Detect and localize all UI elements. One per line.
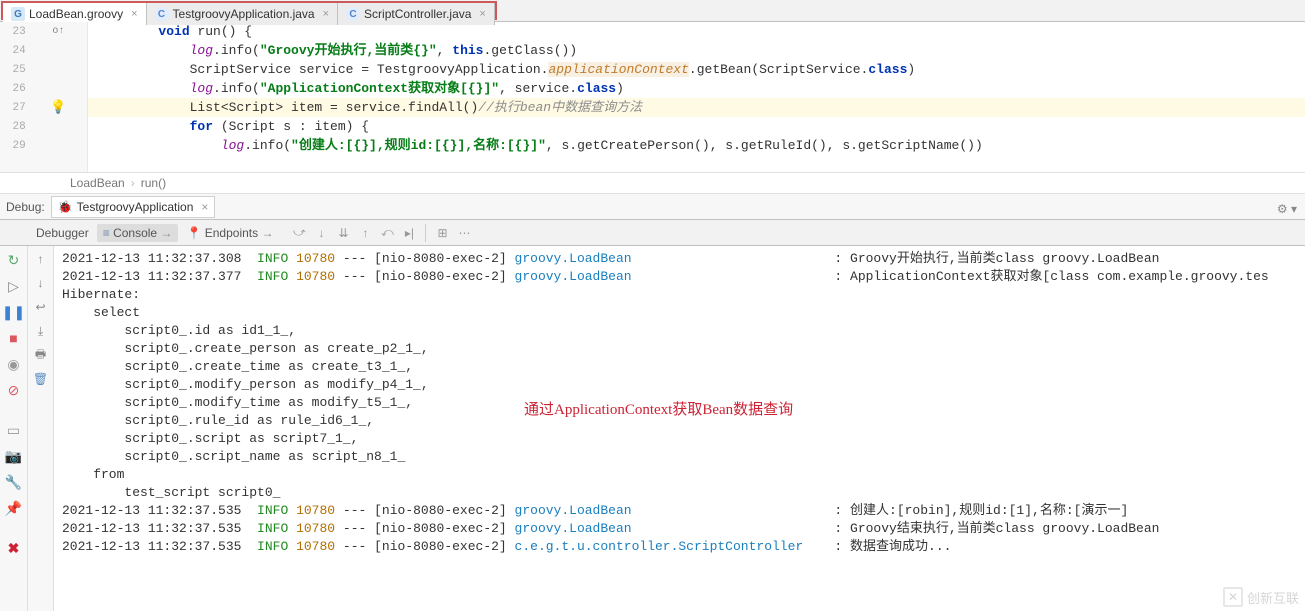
scroll-to-end-icon[interactable]: ⤓	[32, 322, 50, 340]
bug-icon: 🐞	[58, 200, 73, 214]
breadcrumb-item[interactable]: run()	[141, 176, 166, 190]
camera-icon[interactable]: 📷	[4, 446, 24, 466]
mute-breakpoints-icon[interactable]: ⊘	[4, 380, 24, 400]
line-number: 26	[0, 83, 30, 95]
tab-label: TestgroovyApplication.java	[173, 7, 315, 21]
stop-icon[interactable]: ■	[4, 328, 24, 348]
drop-frame-icon[interactable]: ⤺	[377, 225, 397, 240]
close-icon[interactable]: ✖	[4, 538, 24, 558]
console-icon: ≡	[103, 226, 110, 240]
resume-icon[interactable]: ▷	[4, 276, 24, 296]
run-to-cursor-icon[interactable]: ▸|	[399, 226, 419, 240]
layout-icon[interactable]: ▭	[4, 420, 24, 440]
debug-left-toolbar: ↻ ▷ ❚❚ ■ ◉ ⊘ ▭ 📷 🔧 📌 ✖	[0, 246, 28, 611]
line-number: 24	[0, 45, 30, 57]
console-tab[interactable]: ≡ Console →	[97, 224, 179, 242]
bulb-icon[interactable]: 💡	[50, 100, 66, 115]
down-icon[interactable]: ↓	[32, 274, 50, 292]
close-icon[interactable]: ×	[201, 200, 208, 214]
line-number: 27	[0, 102, 30, 114]
breadcrumb-item[interactable]: LoadBean	[70, 176, 125, 190]
close-icon[interactable]: ×	[479, 8, 485, 20]
editor-gutter: 23 o↑ 24 25 26 27 💡 28 29	[0, 22, 88, 172]
tabs-highlight-box: G LoadBean.groovy × C TestgroovyApplicat…	[1, 1, 497, 20]
console-panel: ↻ ▷ ❚❚ ■ ◉ ⊘ ▭ 📷 🔧 📌 ✖ ↑ ↓ ↩ ⤓ 🖶 🗑 2021-…	[0, 246, 1305, 611]
line-number: 25	[0, 64, 30, 76]
close-icon[interactable]: ×	[131, 8, 137, 20]
run-config-tab[interactable]: 🐞 TestgroovyApplication ×	[51, 196, 216, 218]
run-config-name: TestgroovyApplication	[77, 200, 194, 214]
clear-icon[interactable]: 🗑	[32, 370, 50, 388]
close-icon[interactable]: ×	[323, 8, 329, 20]
console-tab-label: Console	[113, 226, 157, 240]
override-icon[interactable]: o↑	[52, 26, 64, 37]
pause-icon[interactable]: ❚❚	[4, 302, 24, 322]
settings-icon[interactable]: 🔧	[4, 472, 24, 492]
step-over-icon[interactable]: ⤻	[289, 225, 309, 240]
arrow-icon: →	[160, 226, 172, 240]
debug-label: Debug:	[6, 200, 45, 214]
arrow-icon: →	[261, 226, 273, 240]
editor-tabs: G LoadBean.groovy × C TestgroovyApplicat…	[0, 0, 1305, 22]
tab-label: ScriptController.java	[364, 7, 471, 21]
breadcrumb: LoadBean › run()	[0, 172, 1305, 194]
code-editor[interactable]: 23 o↑ 24 25 26 27 💡 28 29 void run() { log…	[0, 22, 1305, 172]
console-left-toolbar: ↑ ↓ ↩ ⤓ 🖶 🗑	[28, 246, 54, 611]
debug-toolwindow-header: Debug: 🐞 TestgroovyApplication ×	[0, 194, 1305, 220]
debugger-tab[interactable]: Debugger	[30, 224, 95, 242]
print-icon[interactable]: 🖶	[32, 346, 50, 364]
endpoints-tab-label: Endpoints	[205, 226, 258, 240]
view-breakpoints-icon[interactable]: ◉	[4, 354, 24, 374]
step-out-icon[interactable]: ↑	[355, 226, 375, 240]
pin-icon: 📍	[186, 226, 201, 240]
evaluate-icon[interactable]: ⊞	[432, 226, 452, 240]
code-content[interactable]: void run() { log.info("Groovy开始执行,当前类{}"…	[88, 22, 1305, 172]
line-number: 23	[0, 26, 30, 38]
force-step-into-icon[interactable]: ⇊	[333, 226, 353, 240]
annotation-text: 通过ApplicationContext获取Bean数据查询	[524, 398, 793, 419]
groovy-file-icon: G	[11, 7, 25, 21]
gear-icon[interactable]: ⚙ ▾	[1277, 202, 1297, 216]
watermark: ✕ 创新互联	[1223, 587, 1299, 607]
line-number: 29	[0, 140, 30, 152]
pin-tab-icon[interactable]: 📌	[4, 498, 24, 518]
trace-icon[interactable]: ⋯	[454, 226, 474, 240]
endpoints-tab[interactable]: 📍 Endpoints →	[180, 224, 279, 242]
java-class-icon: C	[155, 7, 169, 21]
console-output[interactable]: 2021-12-13 11:32:37.308 INFO 10780 --- […	[54, 246, 1305, 611]
line-number: 28	[0, 121, 30, 133]
soft-wrap-icon[interactable]: ↩	[32, 298, 50, 316]
chevron-right-icon: ›	[131, 176, 135, 190]
java-class-icon: C	[346, 7, 360, 21]
tab-label: LoadBean.groovy	[29, 7, 123, 21]
step-into-icon[interactable]: ↓	[311, 226, 331, 240]
up-icon[interactable]: ↑	[32, 250, 50, 268]
debug-tabs-toolbar: Debugger ≡ Console → 📍 Endpoints → ⤻ ↓ ⇊…	[0, 220, 1305, 246]
rerun-icon[interactable]: ↻	[4, 250, 24, 270]
